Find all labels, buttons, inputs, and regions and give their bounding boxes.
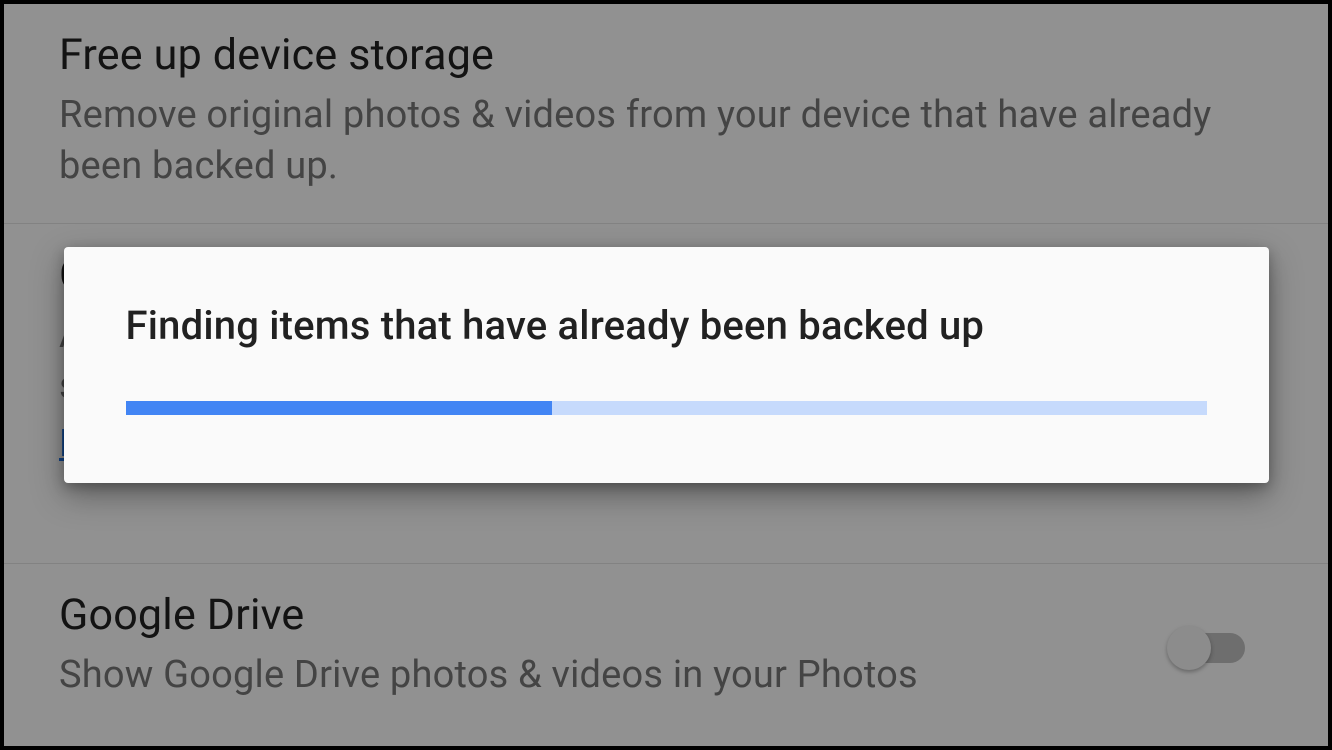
dialog-title: Finding items that have already been bac… bbox=[126, 302, 1207, 349]
progress-dialog: Finding items that have already been bac… bbox=[64, 247, 1269, 483]
progress-fill bbox=[126, 401, 553, 415]
modal-overlay: Finding items that have already been bac… bbox=[4, 4, 1328, 746]
progress-bar bbox=[126, 401, 1207, 415]
